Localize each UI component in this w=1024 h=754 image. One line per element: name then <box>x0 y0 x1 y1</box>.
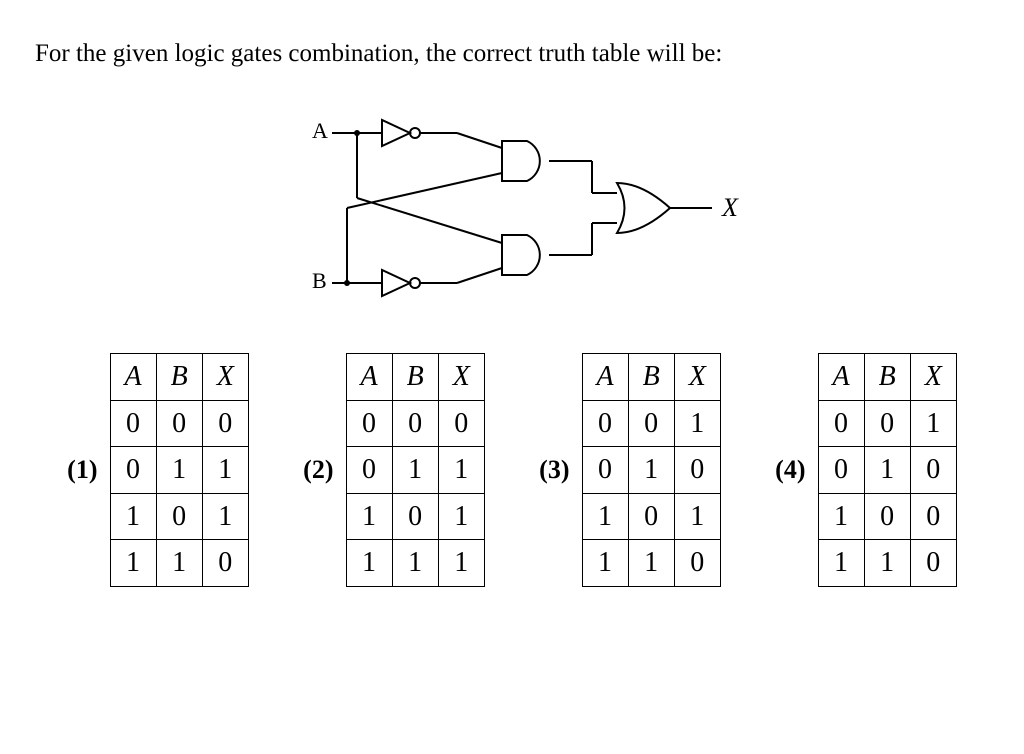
table-cell: 0 <box>674 540 720 587</box>
t1-h-b: B <box>156 354 202 401</box>
table-cell: 0 <box>910 447 956 494</box>
table-cell: 0 <box>818 400 864 447</box>
circuit-diagram: A B <box>30 98 994 318</box>
truth-table-1: A B X 000 011 101 110 <box>110 353 249 587</box>
question-text: For the given logic gates combination, t… <box>35 40 994 68</box>
table-cell: 1 <box>818 540 864 587</box>
option-2: (2) A B X 000 011 101 111 <box>303 353 485 587</box>
table-cell: 0 <box>438 400 484 447</box>
table-cell: 0 <box>156 493 202 540</box>
t4-h-b: B <box>864 354 910 401</box>
table-cell: 0 <box>346 400 392 447</box>
option-1-label: (1) <box>67 455 97 485</box>
option-1: (1) A B X 000 011 101 110 <box>67 353 249 587</box>
table-cell: 0 <box>202 540 248 587</box>
table-cell: 1 <box>438 493 484 540</box>
table-cell: 1 <box>110 493 156 540</box>
option-2-label: (2) <box>303 455 333 485</box>
table-cell: 0 <box>582 447 628 494</box>
options-row: (1) A B X 000 011 101 110 (2) A B X 000 … <box>30 353 994 587</box>
table-cell: 1 <box>346 540 392 587</box>
truth-table-3: A B X 001 010 101 110 <box>582 353 721 587</box>
input-b-label: B <box>312 268 327 293</box>
table-cell: 1 <box>156 540 202 587</box>
table-cell: 1 <box>156 447 202 494</box>
table-cell: 0 <box>910 540 956 587</box>
table-cell: 0 <box>864 400 910 447</box>
t3-h-b: B <box>628 354 674 401</box>
truth-table-4: A B X 001 010 100 110 <box>818 353 957 587</box>
table-cell: 1 <box>392 447 438 494</box>
truth-table-2: A B X 000 011 101 111 <box>346 353 485 587</box>
table-cell: 1 <box>628 447 674 494</box>
table-cell: 1 <box>438 540 484 587</box>
table-cell: 0 <box>110 447 156 494</box>
table-cell: 0 <box>392 400 438 447</box>
output-x-label: X <box>721 193 739 222</box>
t3-h-a: A <box>582 354 628 401</box>
input-a-label: A <box>312 118 328 143</box>
table-cell: 0 <box>202 400 248 447</box>
table-cell: 0 <box>156 400 202 447</box>
table-cell: 0 <box>628 400 674 447</box>
t4-h-x: X <box>910 354 956 401</box>
table-cell: 1 <box>438 447 484 494</box>
table-cell: 1 <box>674 493 720 540</box>
table-cell: 0 <box>864 493 910 540</box>
t1-h-a: A <box>110 354 156 401</box>
table-cell: 1 <box>818 493 864 540</box>
table-cell: 1 <box>346 493 392 540</box>
option-4-label: (4) <box>775 455 805 485</box>
table-cell: 1 <box>582 493 628 540</box>
t4-h-a: A <box>818 354 864 401</box>
option-3: (3) A B X 001 010 101 110 <box>539 353 721 587</box>
t1-h-x: X <box>202 354 248 401</box>
option-4: (4) A B X 001 010 100 110 <box>775 353 957 587</box>
table-cell: 1 <box>202 493 248 540</box>
table-cell: 0 <box>818 447 864 494</box>
table-cell: 1 <box>202 447 248 494</box>
table-cell: 1 <box>392 540 438 587</box>
table-cell: 1 <box>864 540 910 587</box>
table-cell: 1 <box>628 540 674 587</box>
option-3-label: (3) <box>539 455 569 485</box>
t2-h-b: B <box>392 354 438 401</box>
table-cell: 0 <box>110 400 156 447</box>
table-cell: 0 <box>346 447 392 494</box>
table-cell: 0 <box>910 493 956 540</box>
table-cell: 1 <box>674 400 720 447</box>
table-cell: 1 <box>910 400 956 447</box>
table-cell: 0 <box>392 493 438 540</box>
table-cell: 1 <box>864 447 910 494</box>
logic-circuit-svg: A B <box>282 98 742 318</box>
table-cell: 0 <box>582 400 628 447</box>
t2-h-x: X <box>438 354 484 401</box>
table-cell: 0 <box>628 493 674 540</box>
table-cell: 1 <box>582 540 628 587</box>
t3-h-x: X <box>674 354 720 401</box>
t2-h-a: A <box>346 354 392 401</box>
table-cell: 1 <box>110 540 156 587</box>
table-cell: 0 <box>674 447 720 494</box>
